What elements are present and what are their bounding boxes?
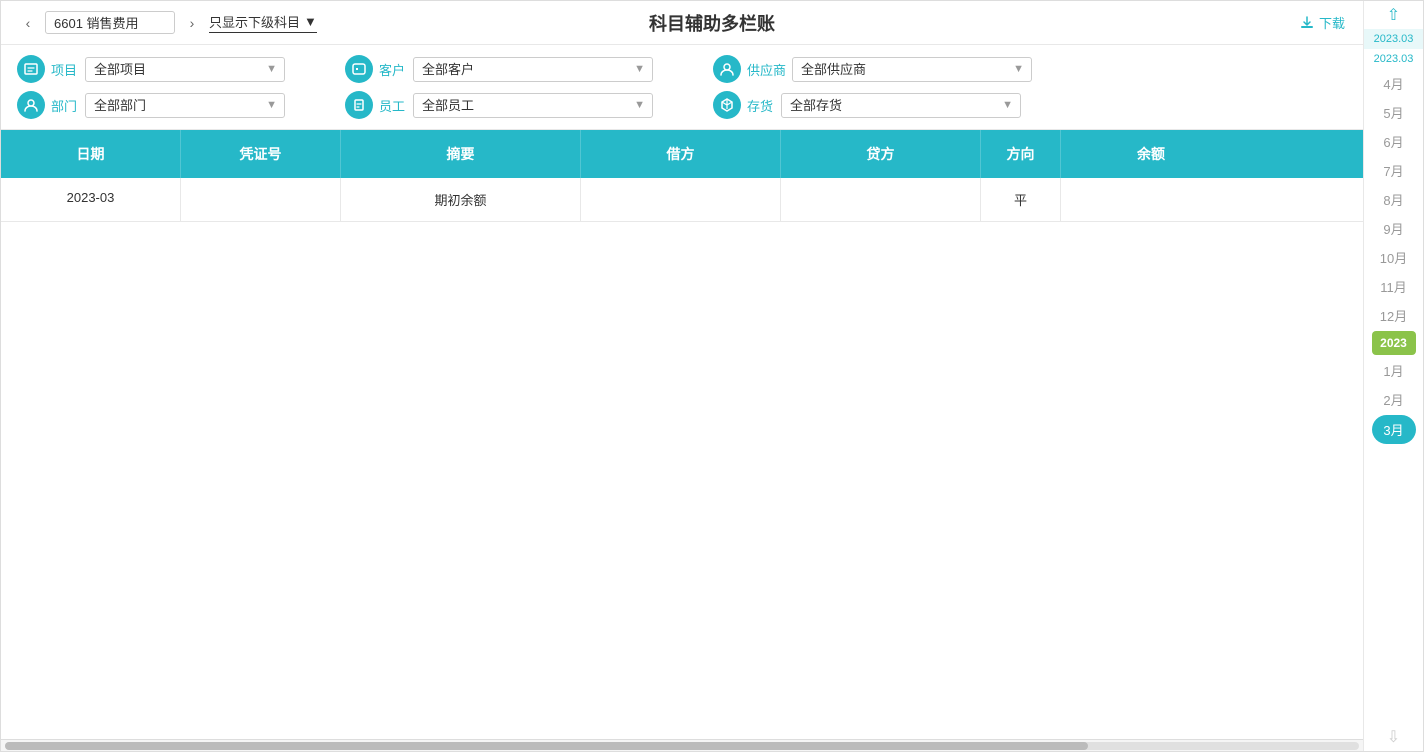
filter-row-1: 项目 全部项目 ▼ 客户 (17, 55, 1407, 83)
download-label: 下载 (1319, 13, 1345, 32)
side-item-11[interactable]: 11月 (1364, 272, 1423, 301)
filter-row-2: 部门 全部部门 ▼ 员工 (17, 91, 1407, 119)
filter-item-employee: 员工 全部员工 ▼ (345, 91, 653, 119)
side-item-3-selected[interactable]: 3月 (1372, 415, 1416, 444)
prev-button[interactable]: ‹ (17, 12, 39, 34)
cell-direction: 平 (981, 178, 1061, 221)
project-label: 项目 (51, 60, 79, 79)
filter-item-inventory: 存货 全部存货 ▼ (713, 91, 1021, 119)
customer-select-wrap: 全部客户 ▼ (413, 57, 653, 82)
side-item-9[interactable]: 9月 (1364, 214, 1423, 243)
filter-dropdown-label: 只显示下级科目 (209, 12, 300, 31)
filter-item-project: 项目 全部项目 ▼ (17, 55, 285, 83)
col-debit: 借方 (581, 130, 781, 178)
account-code-input[interactable] (45, 11, 175, 34)
table-body: 2023-03 期初余额 平 (1, 178, 1363, 739)
employee-label: 员工 (379, 96, 407, 115)
cell-credit (781, 178, 981, 221)
col-summary: 摘要 (341, 130, 581, 178)
cell-voucher (181, 178, 341, 221)
employee-select[interactable]: 全部员工 (413, 93, 653, 118)
col-credit: 贷方 (781, 130, 981, 178)
side-panel: ⇧ 2023.03 2023.03 4月 5月 6月 7月 8月 9月 10月 … (1363, 130, 1423, 751)
side-item-8[interactable]: 8月 (1364, 185, 1423, 214)
employee-select-wrap: 全部员工 ▼ (413, 93, 653, 118)
department-select[interactable]: 全部部门 (85, 93, 285, 118)
side-scroll-down[interactable]: ⇩ (1364, 723, 1423, 751)
supplier-select-wrap: 全部供应商 ▼ (792, 57, 1032, 82)
filter-item-customer: 客户 全部客户 ▼ (345, 55, 653, 83)
project-select-wrap: 全部项目 ▼ (85, 57, 285, 82)
project-select[interactable]: 全部项目 (85, 57, 285, 82)
col-balance: 余额 (1061, 130, 1241, 178)
scrollbar-track (5, 742, 1359, 750)
inventory-icon (713, 91, 741, 119)
col-voucher: 凭证号 (181, 130, 341, 178)
cell-date: 2023-03 (1, 178, 181, 221)
supplier-label: 供应商 (747, 60, 786, 79)
next-button[interactable]: › (181, 12, 203, 34)
side-item-12[interactable]: 12月 (1364, 301, 1423, 330)
supplier-icon (713, 55, 741, 83)
col-direction: 方向 (981, 130, 1061, 178)
side-item-1[interactable]: 1月 (1364, 356, 1423, 385)
download-icon (1299, 15, 1315, 31)
customer-label: 客户 (379, 60, 407, 79)
supplier-select[interactable]: 全部供应商 (792, 57, 1032, 82)
title-left: ‹ › 只显示下级科目 ▼ (17, 11, 317, 34)
table-header: 日期 凭证号 摘要 借方 贷方 方向 余额 (1, 130, 1363, 178)
side-item-2[interactable]: 2月 (1364, 385, 1423, 414)
inventory-select-wrap: 全部存货 ▼ (781, 93, 1021, 118)
side-item-year-2023[interactable]: 2023 (1372, 331, 1416, 355)
inventory-select[interactable]: 全部存货 (781, 93, 1021, 118)
horizontal-scrollbar[interactable] (1, 739, 1363, 751)
filter-item-supplier: 供应商 全部供应商 ▼ (713, 55, 1032, 83)
side-item-6[interactable]: 6月 (1364, 130, 1423, 156)
project-icon (17, 55, 45, 83)
department-select-wrap: 全部部门 ▼ (85, 93, 285, 118)
scrollbar-thumb (5, 742, 1088, 750)
table-row[interactable]: 2023-03 期初余额 平 (1, 178, 1363, 222)
filter-dropdown[interactable]: 只显示下级科目 ▼ (209, 12, 317, 33)
employee-icon (345, 91, 373, 119)
customer-icon (345, 55, 373, 83)
customer-select[interactable]: 全部客户 (413, 57, 653, 82)
side-months: 2023.03 2023.03 4月 5月 6月 7月 8月 9月 10月 11… (1364, 130, 1423, 723)
main-window: ‹ › 只显示下级科目 ▼ 科目辅助多栏账 下载 (0, 0, 1424, 752)
inventory-label: 存货 (747, 96, 775, 115)
filter-area: 项目 全部项目 ▼ 客户 (1, 45, 1423, 130)
cell-debit (581, 178, 781, 221)
title-bar: ‹ › 只显示下级科目 ▼ 科目辅助多栏账 下载 (1, 1, 1423, 45)
chevron-down-icon: ▼ (304, 14, 317, 29)
cell-summary: 期初余额 (341, 178, 581, 221)
department-label: 部门 (51, 96, 79, 115)
page-title: 科目辅助多栏账 (649, 10, 775, 36)
filter-item-department: 部门 全部部门 ▼ (17, 91, 285, 119)
table-area: 日期 凭证号 摘要 借方 贷方 方向 余额 2023-03 期初余额 平 (1, 130, 1363, 751)
side-item-10[interactable]: 10月 (1364, 243, 1423, 272)
col-date: 日期 (1, 130, 181, 178)
side-item-7[interactable]: 7月 (1364, 156, 1423, 185)
department-icon (17, 91, 45, 119)
cell-balance (1061, 178, 1241, 221)
download-button[interactable]: 下载 (1299, 13, 1345, 32)
